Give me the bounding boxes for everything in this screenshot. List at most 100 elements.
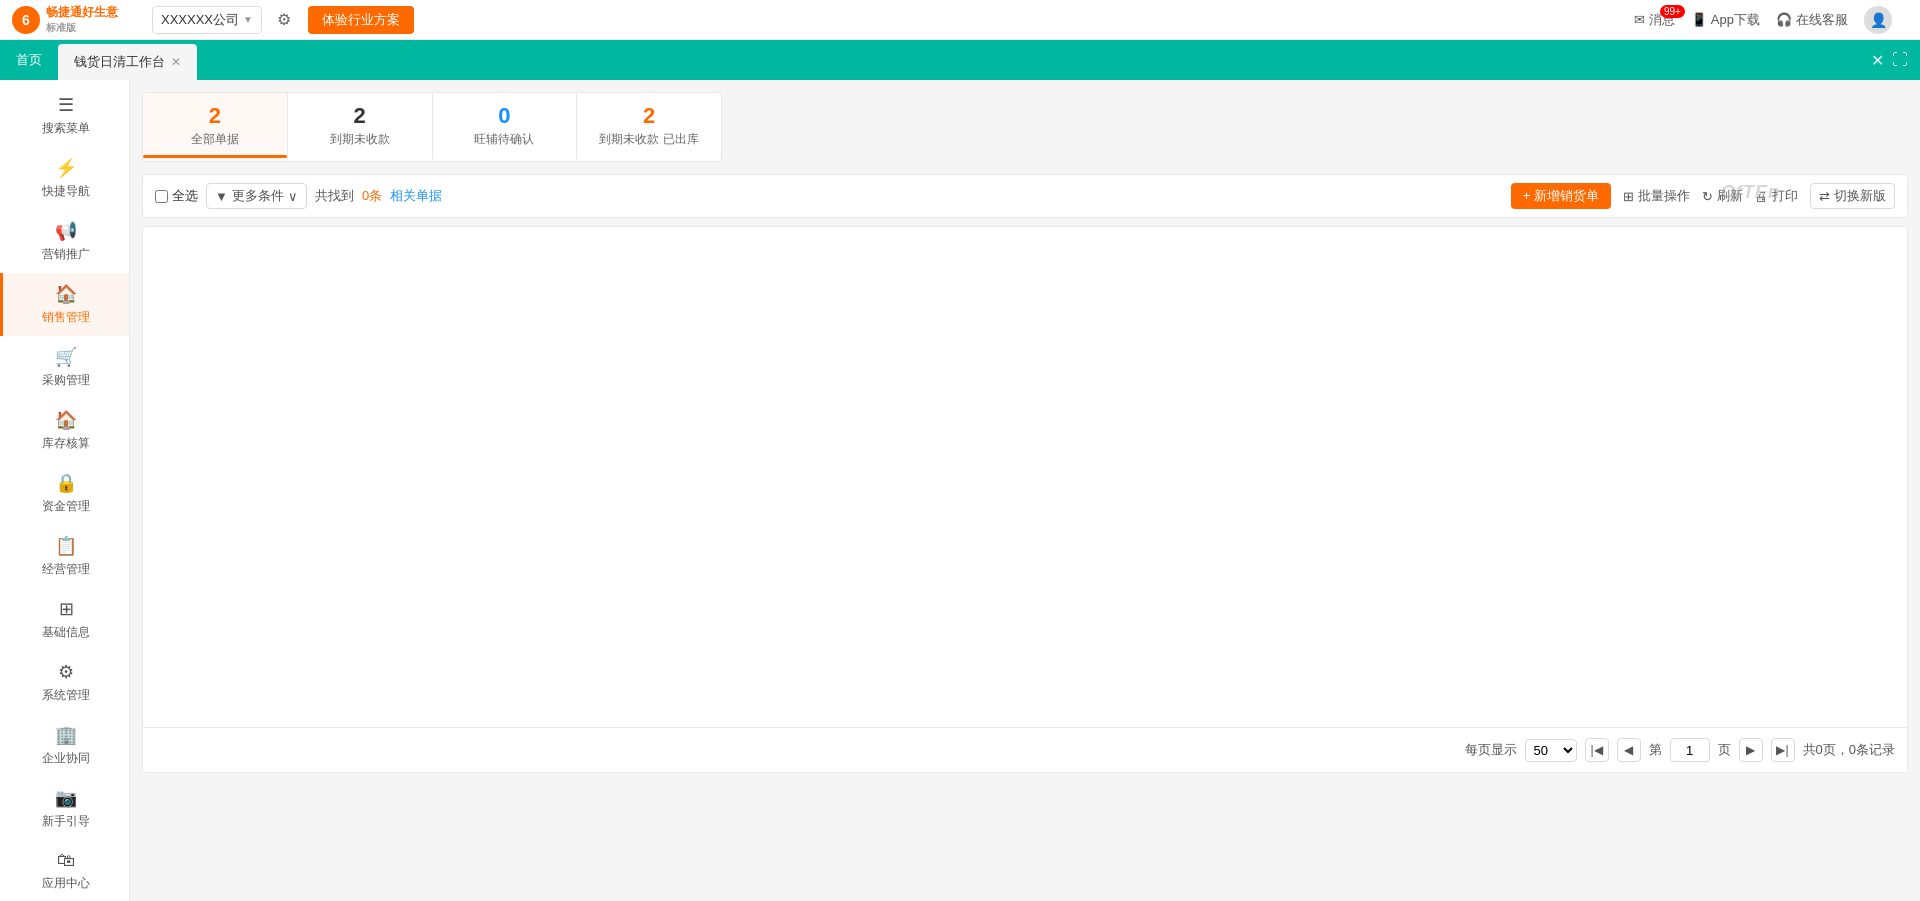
app-sub: 标准版 bbox=[46, 21, 118, 35]
sidebar-item-finance[interactable]: 🔒 资金管理 bbox=[0, 462, 129, 525]
sidebar-item-guide-label: 新手引导 bbox=[42, 813, 90, 830]
refresh-label: 刷新 bbox=[1717, 187, 1743, 205]
tab-minimize-icon[interactable]: ✕ bbox=[1871, 51, 1884, 70]
sidebar-item-base[interactable]: ⊞ 基础信息 bbox=[0, 588, 129, 651]
settings-button[interactable]: ⚙ bbox=[270, 6, 298, 34]
toolbar: 全选 ▼ 更多条件 ∨ 共找到 0条 相关单据 + 新增销货单 ⊞ 批量操作 ↻ bbox=[142, 174, 1908, 218]
batch-icon: ⊞ bbox=[1623, 189, 1634, 204]
sidebar-item-inventory[interactable]: 🏠 库存核算 bbox=[0, 399, 129, 462]
print-label: 打印 bbox=[1772, 187, 1798, 205]
stat-tab-pending[interactable]: 0 旺辅待确认 bbox=[433, 93, 578, 161]
switch-version-button[interactable]: ⇄ 切换新版 bbox=[1810, 183, 1895, 209]
per-page-select[interactable]: 50 100 200 bbox=[1525, 739, 1577, 762]
stat-all-count: 2 bbox=[151, 103, 279, 129]
layout: ☰ 搜索菜单 ⚡ 快捷导航 📢 营销推广 🏠 销售管理 🛒 采购管理 🏠 库存核… bbox=[0, 80, 1920, 901]
stat-shipped-label: 到期未收款 已出库 bbox=[585, 131, 713, 148]
refresh-button[interactable]: ↻ 刷新 bbox=[1702, 187, 1743, 205]
guide-icon: 📷 bbox=[55, 787, 77, 809]
sidebar-item-marketing[interactable]: 📢 营销推广 bbox=[0, 210, 129, 273]
app-download-button[interactable]: 📱 App下载 bbox=[1691, 11, 1760, 29]
sidebar-item-quicknav[interactable]: ⚡ 快捷导航 bbox=[0, 147, 129, 210]
stat-tab-overdue-shipped[interactable]: 2 到期未收款 已出库 bbox=[577, 93, 721, 161]
service-icon: 🎧 bbox=[1776, 12, 1792, 27]
quicknav-icon: ⚡ bbox=[55, 157, 77, 179]
found-text: 共找到 bbox=[315, 187, 354, 205]
logo-icon: 6 bbox=[12, 6, 40, 34]
sidebar-item-purchase[interactable]: 🛒 采购管理 bbox=[0, 336, 129, 399]
app-download-label: App下载 bbox=[1711, 11, 1760, 29]
found-count: 0条 bbox=[362, 187, 382, 205]
message-button[interactable]: ✉ 消息 99+ bbox=[1634, 11, 1675, 29]
stat-overdue-count: 2 bbox=[296, 103, 424, 129]
tab-home[interactable]: 首页 bbox=[0, 40, 58, 80]
search-menu-icon: ☰ bbox=[58, 94, 74, 116]
company-name: XXXXXX公司 bbox=[161, 11, 239, 29]
toolbar-left: 全选 ▼ 更多条件 ∨ 共找到 0条 相关单据 bbox=[155, 183, 442, 209]
sidebar-item-purchase-label: 采购管理 bbox=[42, 372, 90, 389]
switch-label: 切换新版 bbox=[1834, 187, 1886, 205]
sidebar-item-coop-label: 企业协同 bbox=[42, 750, 90, 767]
switch-icon: ⇄ bbox=[1819, 189, 1830, 204]
top-right-area: ✉ 消息 99+ 📱 App下载 🎧 在线客服 👤 bbox=[1634, 6, 1908, 34]
online-service-button[interactable]: 🎧 在线客服 bbox=[1776, 11, 1848, 29]
experience-button[interactable]: 体验行业方案 bbox=[308, 6, 414, 34]
app-name: 畅捷通好生意 bbox=[46, 4, 118, 21]
tab-maximize-icon[interactable]: ⛶ bbox=[1892, 51, 1908, 69]
table-area: 每页显示 50 100 200 |◀ ◀ 第 页 ▶ ▶| 共0页，0条记录 bbox=[142, 226, 1908, 773]
sidebar-item-search[interactable]: ☰ 搜索菜单 bbox=[0, 84, 129, 147]
filter-button[interactable]: ▼ 更多条件 ∨ bbox=[206, 183, 307, 209]
stat-pending-label: 旺辅待确认 bbox=[441, 131, 569, 148]
chevron-filter-icon: ∨ bbox=[288, 189, 298, 204]
app-logo: 6 畅捷通好生意 标准版 bbox=[12, 4, 142, 35]
stat-tab-overdue[interactable]: 2 到期未收款 bbox=[288, 93, 433, 161]
select-all-label: 全选 bbox=[172, 187, 198, 205]
batch-operation-button[interactable]: ⊞ 批量操作 bbox=[1623, 187, 1690, 205]
prev-page-button[interactable]: ◀ bbox=[1617, 738, 1641, 762]
sidebar-item-apps[interactable]: 🛍 应用中心 bbox=[0, 840, 129, 901]
tab-work[interactable]: 钱货日清工作台 ✕ bbox=[58, 44, 197, 80]
stat-tab-all[interactable]: 2 全部单据 bbox=[143, 93, 288, 161]
message-badge: 99+ bbox=[1660, 5, 1685, 18]
stat-pending-count: 0 bbox=[441, 103, 569, 129]
chevron-down-icon: ▼ bbox=[243, 14, 253, 25]
first-page-button[interactable]: |◀ bbox=[1585, 738, 1609, 762]
finance-icon: 🔒 bbox=[55, 472, 77, 494]
marketing-icon: 📢 bbox=[55, 220, 77, 242]
print-button[interactable]: 🖨 打印 bbox=[1755, 187, 1798, 205]
select-all-checkbox[interactable]: 全选 bbox=[155, 187, 198, 205]
related-records-link[interactable]: 相关单据 bbox=[390, 187, 442, 205]
stat-overdue-label: 到期未收款 bbox=[296, 131, 424, 148]
sidebar-item-guide[interactable]: 📷 新手引导 bbox=[0, 777, 129, 840]
stats-tabs: 2 全部单据 2 到期未收款 0 旺辅待确认 2 到期未收款 已出库 bbox=[142, 92, 722, 162]
page-input[interactable] bbox=[1670, 738, 1710, 762]
toolbar-right: + 新增销货单 ⊞ 批量操作 ↻ 刷新 🖨 打印 ⇄ 切换新版 bbox=[1511, 183, 1895, 209]
pagination-bar: 每页显示 50 100 200 |◀ ◀ 第 页 ▶ ▶| 共0页，0条记录 bbox=[143, 727, 1907, 772]
sidebar-item-operation[interactable]: 📋 经营管理 bbox=[0, 525, 129, 588]
sidebar-item-coop[interactable]: 🏢 企业协同 bbox=[0, 714, 129, 777]
sales-icon: 🏠 bbox=[55, 283, 77, 305]
last-page-button[interactable]: ▶| bbox=[1771, 738, 1795, 762]
batch-label: 批量操作 bbox=[1638, 187, 1690, 205]
select-all-input[interactable] bbox=[155, 190, 168, 203]
sidebar-item-quicknav-label: 快捷导航 bbox=[42, 183, 90, 200]
sidebar-item-marketing-label: 营销推广 bbox=[42, 246, 90, 263]
apps-icon: 🛍 bbox=[57, 850, 75, 871]
sidebar-item-sales-label: 销售管理 bbox=[42, 309, 90, 326]
sidebar-item-system-label: 系统管理 bbox=[42, 687, 90, 704]
new-sale-button[interactable]: + 新增销货单 bbox=[1511, 183, 1611, 209]
tab-close-icon[interactable]: ✕ bbox=[171, 55, 181, 69]
top-bar: 6 畅捷通好生意 标准版 XXXXXX公司 ▼ ⚙ 体验行业方案 ✉ 消息 99… bbox=[0, 0, 1920, 40]
tab-work-label: 钱货日清工作台 bbox=[74, 53, 165, 71]
sidebar-item-inventory-label: 库存核算 bbox=[42, 435, 90, 452]
avatar[interactable]: 👤 bbox=[1864, 6, 1892, 34]
download-icon: 📱 bbox=[1691, 12, 1707, 27]
page-label: 第 bbox=[1649, 741, 1662, 759]
base-icon: ⊞ bbox=[59, 598, 74, 620]
next-page-button[interactable]: ▶ bbox=[1739, 738, 1763, 762]
sidebar-item-sales[interactable]: 🏠 销售管理 bbox=[0, 273, 129, 336]
total-text: 共0页，0条记录 bbox=[1803, 741, 1895, 759]
company-selector[interactable]: XXXXXX公司 ▼ bbox=[152, 6, 262, 34]
table-empty-area bbox=[143, 227, 1907, 727]
sidebar-item-system[interactable]: ⚙ 系统管理 bbox=[0, 651, 129, 714]
tab-bar-actions: ✕ ⛶ bbox=[1871, 51, 1920, 70]
